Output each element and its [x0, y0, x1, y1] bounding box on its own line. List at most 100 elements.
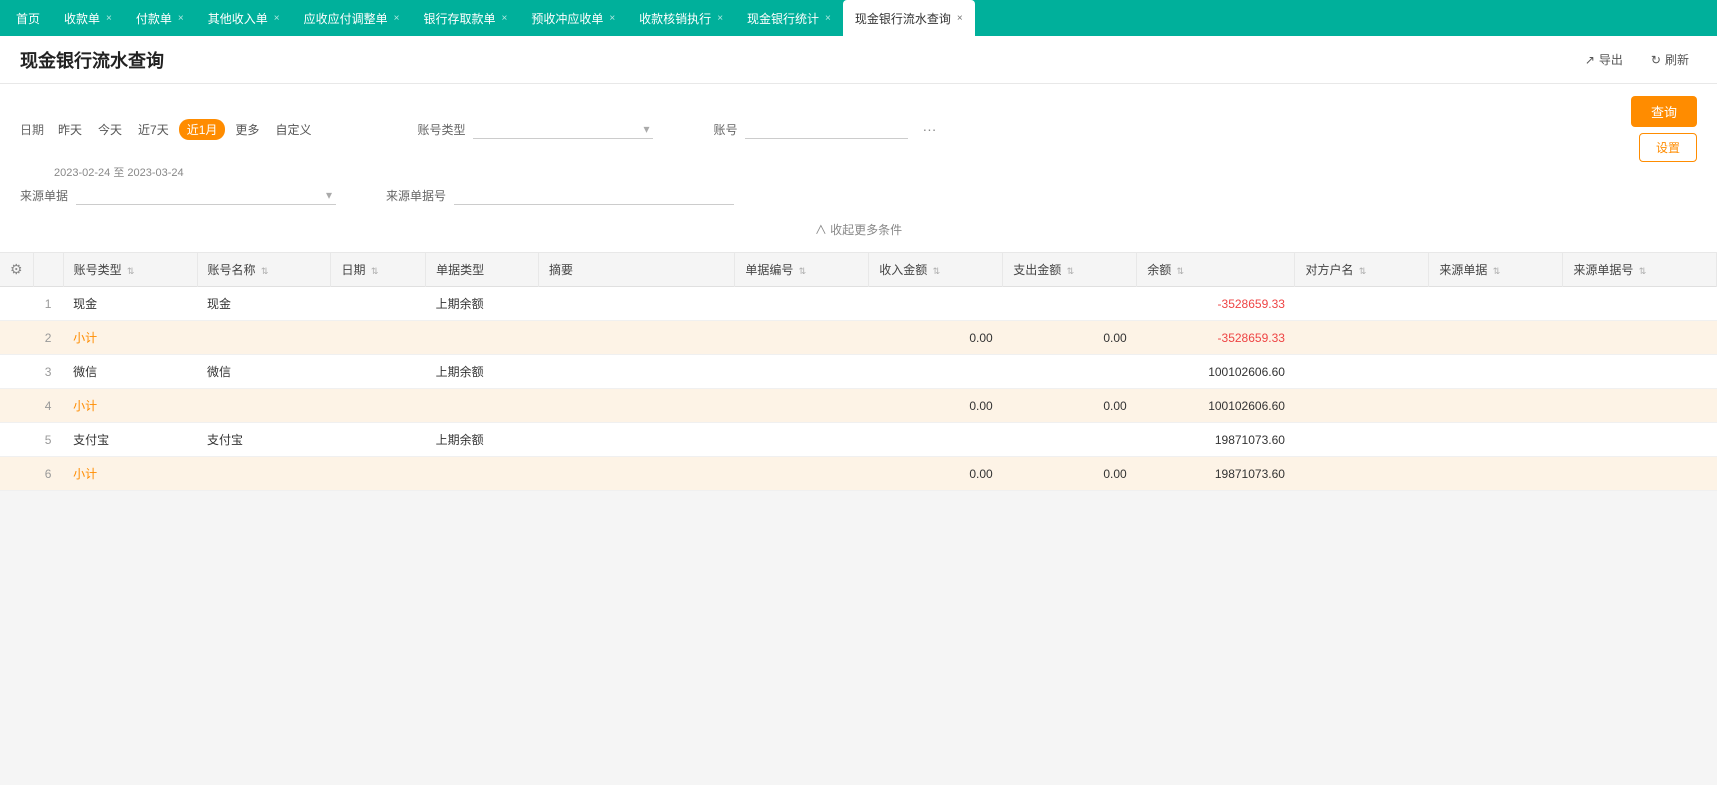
th-source-doc[interactable]: 来源单据 ⇅ — [1429, 253, 1563, 287]
source-doc-no-input[interactable] — [454, 186, 734, 205]
filter-row-2: 来源单据 ▾ 来源单据号 — [20, 186, 1697, 205]
top-nav: 首页 收款单 × 付款单 × 其他收入单 × 应收应付调整单 × 银行存取款单 … — [0, 0, 1717, 36]
nav-tab-cash-stats[interactable]: 现金银行统计 × — [735, 0, 843, 36]
cell-date — [331, 457, 426, 491]
cell-summary — [539, 457, 735, 491]
account-type-label: 账号类型 — [417, 121, 465, 138]
date-btn-yesterday[interactable]: 昨天 — [52, 119, 88, 140]
account-input[interactable] — [745, 120, 908, 139]
source-doc-select[interactable]: ▾ — [76, 186, 336, 205]
nav-tab-label: 收款核销执行 — [639, 10, 711, 27]
cell-expense: 0.00 — [1003, 457, 1137, 491]
collapse-icon: ∧ — [815, 223, 827, 237]
nav-tab-other-income[interactable]: 其他收入单 × — [196, 0, 292, 36]
nav-tab-adjustment[interactable]: 应收应付调整单 × — [292, 0, 412, 36]
date-btn-1month[interactable]: 近1月 — [179, 119, 226, 140]
cell-doc-no — [735, 321, 869, 355]
export-label: 导出 — [1599, 51, 1623, 68]
cell-doc-type — [426, 457, 539, 491]
close-icon[interactable]: × — [178, 13, 184, 24]
row-gear — [0, 389, 33, 423]
close-icon[interactable]: × — [274, 13, 280, 24]
close-icon[interactable]: × — [501, 13, 507, 24]
nav-tab-prepaid[interactable]: 预收冲应收单 × — [519, 0, 627, 36]
table-row: 5 支付宝 支付宝 上期余额 19871073.60 — [0, 423, 1717, 457]
date-btn-today[interactable]: 今天 — [92, 119, 128, 140]
nav-tab-shoukuan[interactable]: 收款单 × — [52, 0, 124, 36]
date-btn-custom[interactable]: 自定义 — [269, 119, 317, 140]
nav-tab-label: 现金银行流水查询 — [855, 10, 951, 27]
nav-tab-label: 银行存取款单 — [423, 10, 495, 27]
account-filter-group: 账号 ··· — [713, 119, 942, 139]
cell-source-doc — [1429, 389, 1563, 423]
table-row: 3 微信 微信 上期余额 100102606.60 — [0, 355, 1717, 389]
cell-expense — [1003, 355, 1137, 389]
row-index: 6 — [33, 457, 63, 491]
cell-balance: -3528659.33 — [1137, 287, 1295, 321]
source-doc-label: 来源单据 — [20, 187, 68, 204]
cell-counterparty — [1295, 287, 1429, 321]
row-index: 3 — [33, 355, 63, 389]
date-btn-more[interactable]: 更多 — [229, 119, 265, 140]
nav-home[interactable]: 首页 — [4, 0, 52, 36]
cell-account-name: 支付宝 — [197, 423, 331, 457]
nav-tab-collection[interactable]: 收款核销执行 × — [627, 0, 735, 36]
nav-tab-bank-deposit[interactable]: 银行存取款单 × — [411, 0, 519, 36]
collapse-label: 收起更多条件 — [830, 223, 902, 237]
cell-income: 0.00 — [869, 457, 1003, 491]
th-account-type[interactable]: 账号类型 ⇅ — [63, 253, 197, 287]
dots-icon[interactable]: ··· — [916, 119, 942, 139]
close-icon[interactable]: × — [825, 13, 831, 24]
th-doc-no[interactable]: 单据编号 ⇅ — [735, 253, 869, 287]
th-account-name[interactable]: 账号名称 ⇅ — [197, 253, 331, 287]
cell-source-doc-no — [1563, 423, 1717, 457]
close-icon[interactable]: × — [106, 13, 112, 24]
close-icon[interactable]: × — [957, 13, 963, 24]
th-date[interactable]: 日期 ⇅ — [331, 253, 426, 287]
cell-income: 0.00 — [869, 321, 1003, 355]
th-gear[interactable]: ⚙ — [0, 253, 33, 287]
close-icon[interactable]: × — [609, 13, 615, 24]
refresh-button[interactable]: ↻ 刷新 — [1643, 47, 1697, 72]
filter-right-buttons: 查询 设置 — [1631, 96, 1697, 162]
th-expense[interactable]: 支出金额 ⇅ — [1003, 253, 1137, 287]
date-btn-7days[interactable]: 近7天 — [132, 119, 175, 140]
th-balance[interactable]: 余额 ⇅ — [1137, 253, 1295, 287]
nav-home-label: 首页 — [16, 10, 40, 27]
nav-tab-cash-flow[interactable]: 现金银行流水查询 × — [843, 0, 975, 36]
th-counterparty[interactable]: 对方户名 ⇅ — [1295, 253, 1429, 287]
export-icon: ↗ — [1585, 53, 1595, 67]
cell-date — [331, 355, 426, 389]
date-label: 日期 — [20, 121, 44, 138]
cell-income — [869, 355, 1003, 389]
nav-tab-fukuan[interactable]: 付款单 × — [124, 0, 196, 36]
row-gear — [0, 321, 33, 355]
th-source-doc-no[interactable]: 来源单据号 ⇅ — [1563, 253, 1717, 287]
filter-area: 日期 昨天 今天 近7天 近1月 更多 自定义 账号类型 ▾ 账号 ··· — [0, 84, 1717, 253]
source-doc-filter-group: 来源单据 ▾ — [20, 186, 336, 205]
dropdown-icon: ▾ — [326, 188, 332, 202]
cell-account-type: 现金 — [63, 287, 197, 321]
table-body: 1 现金 现金 上期余额 -3528659.33 2 小计 0.00 0.00 … — [0, 287, 1717, 491]
th-income[interactable]: 收入金额 ⇅ — [869, 253, 1003, 287]
nav-tab-label: 预收冲应收单 — [531, 10, 603, 27]
nav-tab-label: 付款单 — [136, 10, 172, 27]
close-icon[interactable]: × — [717, 13, 723, 24]
export-button[interactable]: ↗ 导出 — [1577, 47, 1631, 72]
cell-account-type: 微信 — [63, 355, 197, 389]
collapse-bar[interactable]: ∧ 收起更多条件 — [20, 215, 1697, 240]
header-actions: ↗ 导出 ↻ 刷新 — [1577, 47, 1697, 72]
table-row: 2 小计 0.00 0.00 -3528659.33 — [0, 321, 1717, 355]
cell-date — [331, 321, 426, 355]
cell-expense — [1003, 423, 1137, 457]
page-header: 现金银行流水查询 ↗ 导出 ↻ 刷新 — [0, 36, 1717, 84]
table-header-row: ⚙ 账号类型 ⇅ 账号名称 ⇅ 日期 ⇅ 单据类型 摘要 单据编号 ⇅ 收入金额… — [0, 253, 1717, 287]
cell-doc-no — [735, 423, 869, 457]
cell-summary — [539, 355, 735, 389]
query-button[interactable]: 查询 — [1631, 96, 1697, 127]
settings-button[interactable]: 设置 — [1639, 133, 1697, 162]
cell-doc-no — [735, 355, 869, 389]
account-type-select[interactable]: ▾ — [473, 120, 653, 139]
cell-date — [331, 423, 426, 457]
close-icon[interactable]: × — [394, 13, 400, 24]
